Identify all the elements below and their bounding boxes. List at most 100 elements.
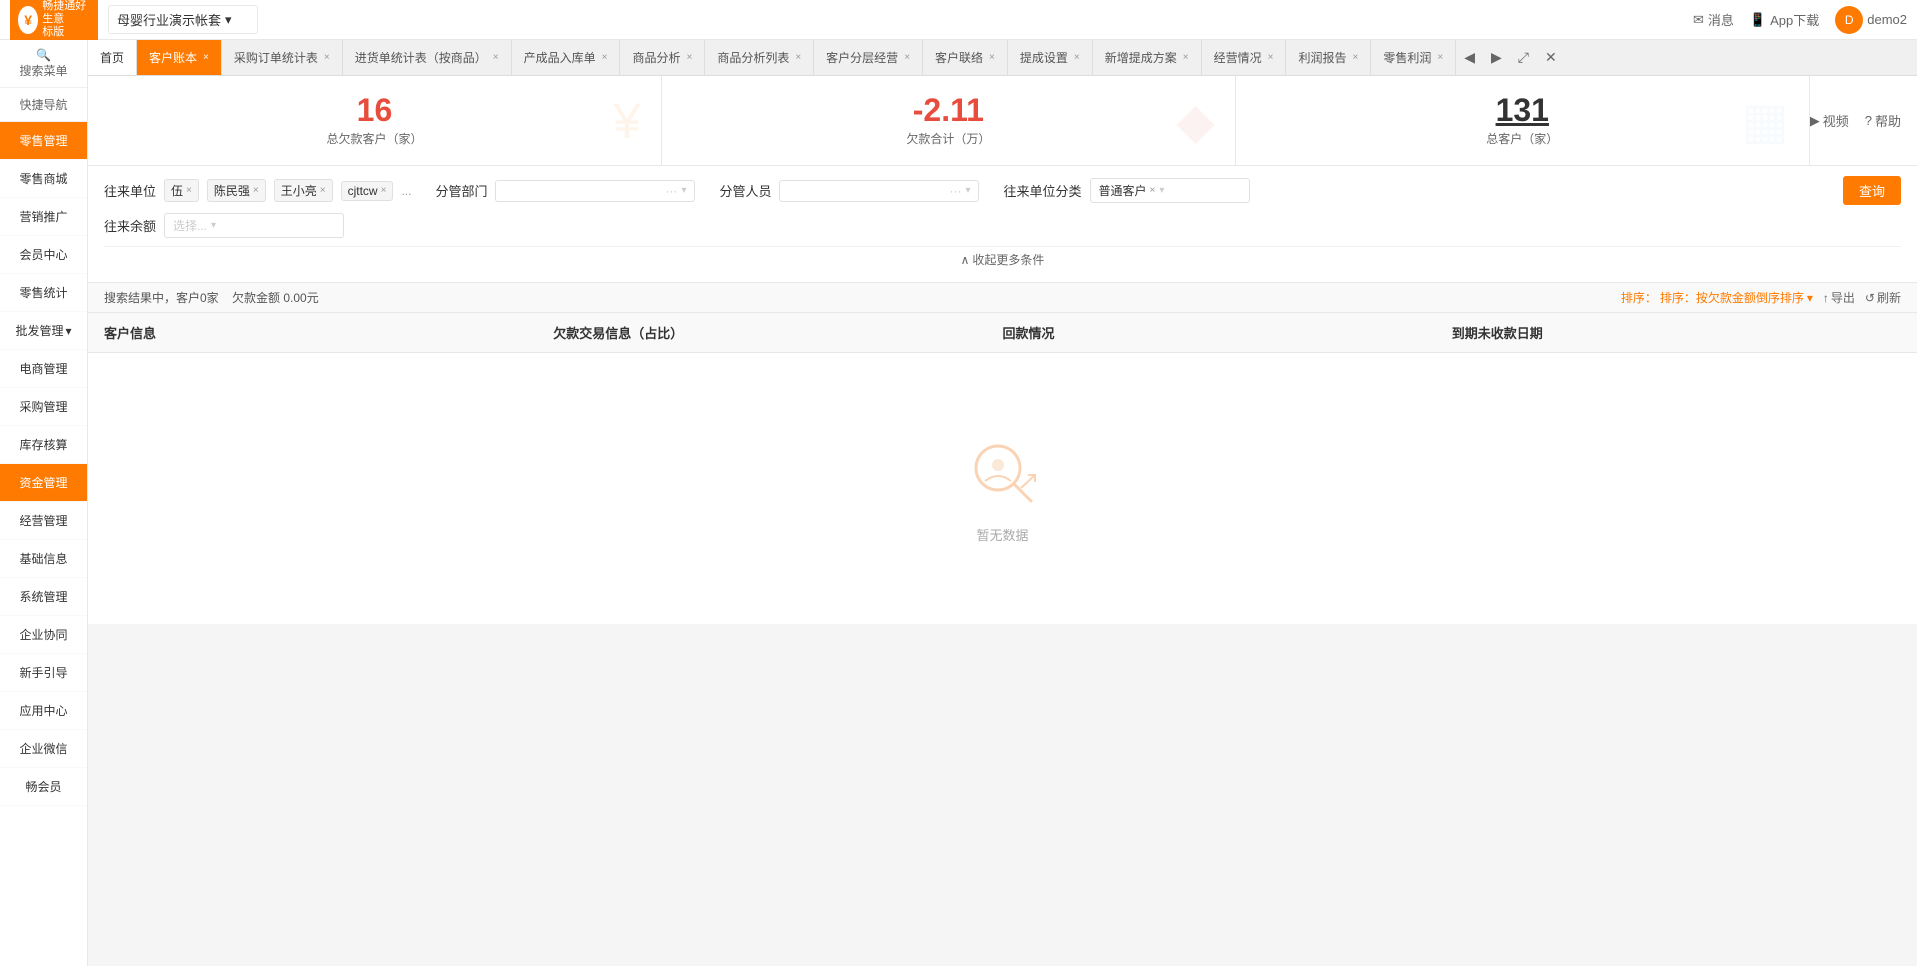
sidebar-item-finance-mgmt[interactable]: 资金管理 [0, 464, 87, 502]
export-icon: ↑ [1823, 291, 1829, 305]
close-tab-product-list[interactable]: × [795, 52, 801, 63]
sidebar-item-purchase-mgmt[interactable]: 采购管理 [0, 388, 87, 426]
sidebar-item-app-center[interactable]: 应用中心 [0, 692, 87, 730]
search-menu-button[interactable]: 🔍 搜索菜单 [0, 40, 87, 88]
empty-state: 暂无数据 [88, 353, 1917, 624]
video-button[interactable]: ▶ 视频 [1810, 111, 1849, 130]
tab-customer-ledger[interactable]: 客户账本 × [137, 40, 222, 76]
sidebar-item-retail-mall[interactable]: 零售商城 [0, 160, 87, 198]
unit-filter-label: 往来单位 [104, 181, 156, 200]
logo[interactable]: ¥ 畅捷通好生意 标版 [10, 0, 98, 40]
remove-tag-cjttcw[interactable]: × [381, 185, 387, 196]
remove-tag-wu[interactable]: × [186, 185, 192, 196]
stat-value-2: -2.11 [913, 94, 984, 126]
close-tab-incoming[interactable]: × [493, 52, 499, 63]
tab-add-commission-plan[interactable]: 新增提成方案 × [1093, 40, 1202, 76]
filter-tag-wu[interactable]: 伍 × [164, 179, 199, 202]
message-button[interactable]: ✉ 消息 [1693, 10, 1734, 29]
close-tab-profit[interactable]: × [1352, 52, 1358, 63]
filter-tag-cjttcw[interactable]: cjttcw × [341, 181, 394, 201]
balance-arrow-icon: ▾ [211, 220, 216, 231]
tab-purchase-order-stats[interactable]: 采购订单统计表 × [222, 40, 343, 76]
tab-home[interactable]: 首页 [88, 40, 137, 76]
help-button[interactable]: ? 帮助 [1865, 111, 1901, 130]
filter-tag-chen[interactable]: 陈民强 × [207, 179, 266, 202]
refresh-button[interactable]: ↺ 刷新 [1865, 289, 1901, 306]
top-bar-right: ✉ 消息 📱 App下载 D demo2 [1693, 6, 1907, 34]
collapse-button[interactable]: ∧ 收起更多条件 [104, 246, 1901, 272]
close-tab-business[interactable]: × [1268, 52, 1274, 63]
dept-input[interactable]: ··· ▾ [495, 180, 695, 202]
sidebar-item-ecommerce[interactable]: 电商管理 [0, 350, 87, 388]
tab-business-situation[interactable]: 经营情况 × [1202, 40, 1287, 76]
query-button[interactable]: 查询 [1843, 176, 1901, 205]
tab-customer-layered[interactable]: 客户分层经营 × [814, 40, 923, 76]
close-tab-purchase[interactable]: × [324, 52, 330, 63]
close-tab-retail-profit[interactable]: × [1437, 52, 1443, 63]
sidebar-item-marketing[interactable]: 营销推广 [0, 198, 87, 236]
remove-tag-wang[interactable]: × [320, 185, 326, 196]
remove-category-tag[interactable]: × [1150, 185, 1156, 196]
result-bar-right: 排序： 排序：按欠款金额倒序排序 ▾ ↑ 导出 ↺ 刷新 [1621, 289, 1901, 306]
quick-nav-button[interactable]: 快捷导航 [0, 88, 87, 122]
close-tab-contact[interactable]: × [989, 52, 995, 63]
main-layout: 🔍 搜索菜单 快捷导航 零售管理 零售商城 营销推广 会员中心 零售统计 批发管… [0, 40, 1917, 966]
filter-tag-wang[interactable]: 王小亮 × [274, 179, 333, 202]
user-button[interactable]: D demo2 [1835, 6, 1907, 34]
tab-restore[interactable]: ✕ [1537, 49, 1565, 66]
filter-row-2: 往来余额 选择... ▾ [104, 213, 1901, 238]
sidebar-item-member-center[interactable]: 会员中心 [0, 236, 87, 274]
help-icon: ? [1865, 113, 1872, 128]
tab-commission-settings[interactable]: 提成设置 × [1008, 40, 1093, 76]
close-tab-commission[interactable]: × [1074, 52, 1080, 63]
tab-nav-prev[interactable]: ◀ [1456, 49, 1483, 66]
tab-product-analysis[interactable]: 商品分析 × [620, 40, 705, 76]
remove-tag-chen[interactable]: × [253, 185, 259, 196]
refresh-icon: ↺ [1865, 291, 1875, 305]
tab-retail-profit[interactable]: 零售利润 × [1371, 40, 1456, 76]
table-header: 客户信息 欠款交易信息（占比） 回款情况 到期未收款日期 [88, 313, 1917, 353]
sidebar-item-operations-mgmt[interactable]: 经营管理 [0, 502, 87, 540]
close-tab-finished[interactable]: × [602, 52, 608, 63]
sidebar-item-enterprise-collab[interactable]: 企业协同 [0, 616, 87, 654]
col-header-debt: 欠款交易信息（占比） [553, 323, 1002, 342]
more-tags-button[interactable]: ... [401, 184, 411, 198]
category-input[interactable]: 普通客户 × ▾ [1090, 178, 1250, 203]
play-icon: ▶ [1810, 113, 1820, 129]
stat-label-2: 欠款合计（万） [906, 130, 990, 147]
tab-customer-contact[interactable]: 客户联络 × [923, 40, 1008, 76]
sidebar-item-basic-info[interactable]: 基础信息 [0, 540, 87, 578]
more-icon-2: ··· [949, 184, 961, 198]
page-content: ¥ 16 总欠款客户（家） ◆ -2.11 欠款合计（万） ▦ 131 总客户（… [88, 76, 1917, 966]
close-tab-customer-ledger[interactable]: × [203, 52, 209, 63]
sidebar-item-newbie-guide[interactable]: 新手引导 [0, 654, 87, 692]
tab-incoming-stats[interactable]: 进货单统计表（按商品） × [343, 40, 512, 76]
sidebar-item-retail-mgmt[interactable]: 零售管理 [0, 122, 87, 160]
sort-selector[interactable]: 排序： 排序：按欠款金额倒序排序 ▾ [1621, 289, 1813, 306]
workspace-selector[interactable]: 母婴行业演示帐套 ▾ [108, 5, 258, 34]
sidebar-item-wholesale-mgmt[interactable]: 批发管理 ▾ [0, 312, 87, 350]
balance-placeholder: 选择... [173, 217, 207, 234]
tab-maximize[interactable]: ⤢ [1510, 49, 1537, 66]
tab-nav-next[interactable]: ▶ [1483, 49, 1510, 66]
stats-bar: ¥ 16 总欠款客户（家） ◆ -2.11 欠款合计（万） ▦ 131 总客户（… [88, 76, 1917, 166]
sidebar-item-enterprise-wechat[interactable]: 企业微信 [0, 730, 87, 768]
tab-finished-goods[interactable]: 产成品入库单 × [512, 40, 621, 76]
person-input[interactable]: ··· ▾ [779, 180, 979, 202]
app-download-button[interactable]: 📱 App下载 [1750, 10, 1819, 29]
tab-product-analysis-list[interactable]: 商品分析列表 × [705, 40, 814, 76]
empty-text: 暂无数据 [976, 525, 1028, 544]
sort-arrow-icon: ▾ [1807, 291, 1813, 305]
balance-input[interactable]: 选择... ▾ [164, 213, 344, 238]
sidebar-item-system-mgmt[interactable]: 系统管理 [0, 578, 87, 616]
close-tab-product[interactable]: × [686, 52, 692, 63]
close-tab-layered[interactable]: × [904, 52, 910, 63]
close-tab-commission-plan[interactable]: × [1183, 52, 1189, 63]
result-bar: 搜索结果中，客户0家 欠款金额 0.00元 排序： 排序：按欠款金额倒序排序 ▾… [88, 283, 1917, 313]
sidebar-item-chang-member[interactable]: 畅会员 [0, 768, 87, 806]
tab-profit-report[interactable]: 利润报告 × [1286, 40, 1371, 76]
sidebar-item-retail-stats[interactable]: 零售统计 [0, 274, 87, 312]
arrow-icon: ▾ [65, 324, 71, 338]
sidebar-item-inventory[interactable]: 库存核算 [0, 426, 87, 464]
export-button[interactable]: ↑ 导出 [1823, 289, 1855, 306]
